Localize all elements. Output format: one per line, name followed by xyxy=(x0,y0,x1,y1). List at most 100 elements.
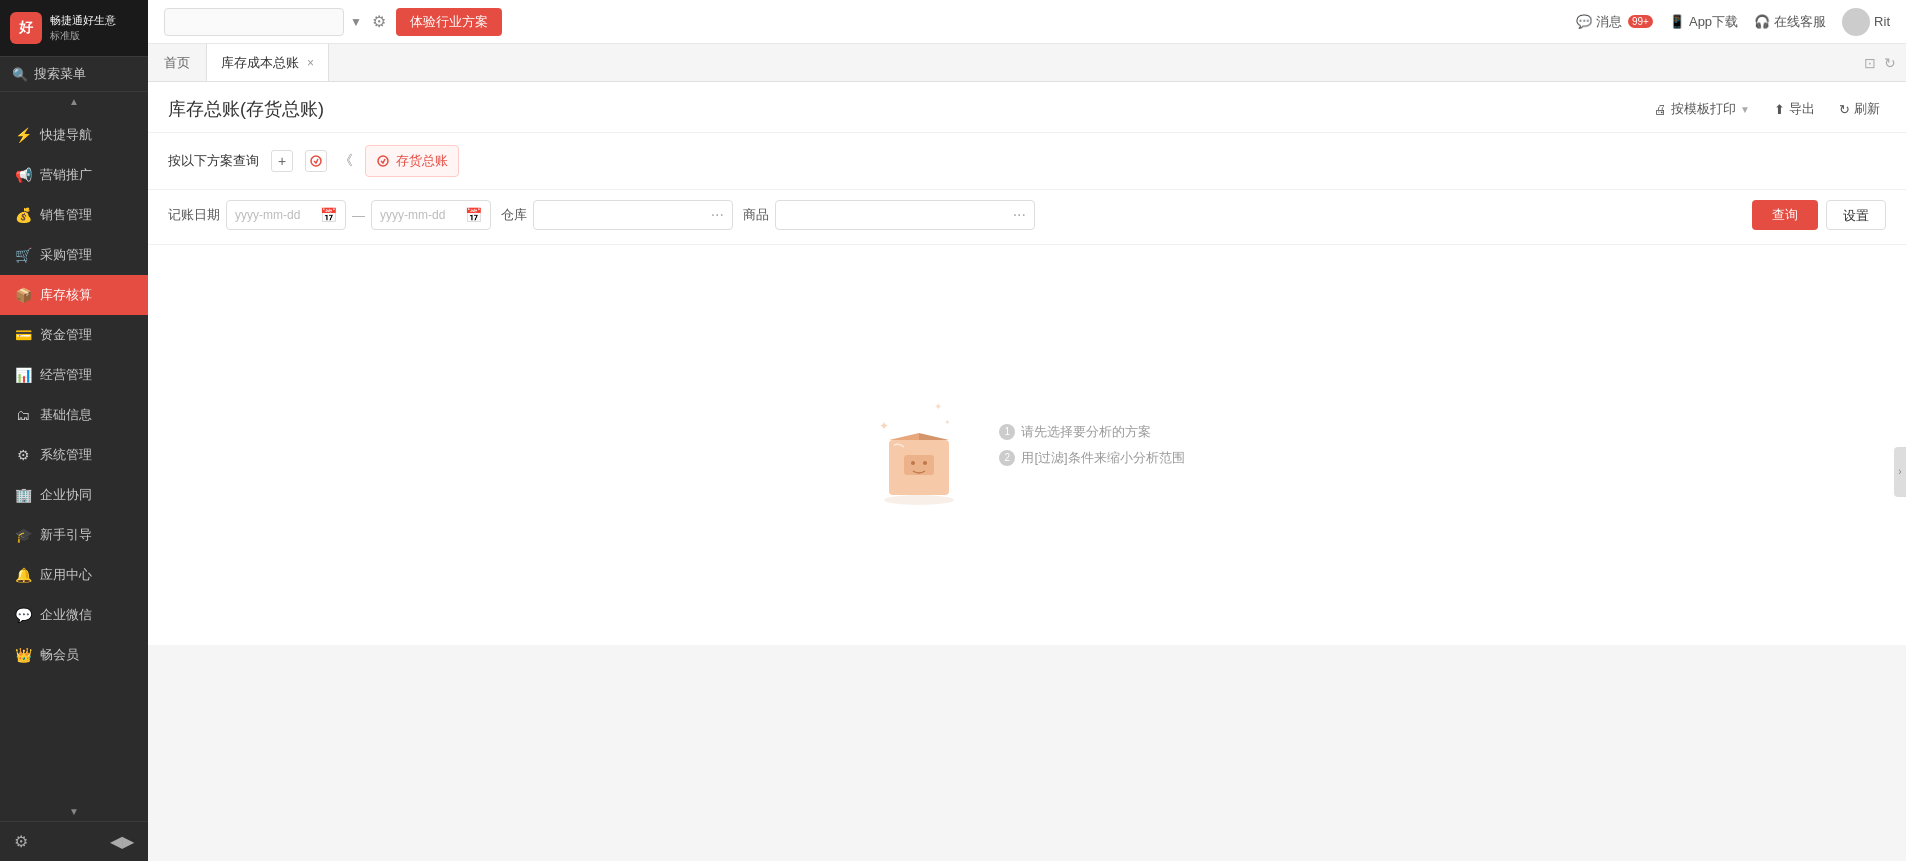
tab-inventory-ledger[interactable]: 库存成本总账 × xyxy=(207,44,329,81)
sidebar-footer: ⚙ ◀▶ xyxy=(0,821,148,861)
filter-bar: 按以下方案查询 + 《 存货总账 xyxy=(148,133,1906,190)
sidebar-item-inventory[interactable]: 📦 库存核算 xyxy=(0,275,148,315)
sidebar-nav: ⚡ 快捷导航 📢 营销推广 💰 销售管理 🛒 采购管理 📦 库存核算 💳 资金管… xyxy=(0,111,148,802)
right-panel-toggle[interactable]: › xyxy=(1894,447,1906,497)
filter-fields: 记账日期 yyyy-mm-dd 📅 — yyyy-mm-dd 📅 仓库 xyxy=(148,190,1906,245)
settings-footer-icon[interactable]: ⚙ xyxy=(14,832,28,851)
product-more-icon: ··· xyxy=(1013,206,1026,224)
date-field-label: 记账日期 xyxy=(168,206,220,224)
phone-icon: 📱 xyxy=(1669,14,1685,29)
inventory-icon: 📦 xyxy=(14,286,32,304)
sidebar-item-enterprise[interactable]: 🏢 企业协同 xyxy=(0,475,148,515)
svg-point-6 xyxy=(923,461,927,465)
svg-text:✦: ✦ xyxy=(879,419,889,433)
logo-icon: 好 xyxy=(10,12,42,44)
sidebar-item-newbie[interactable]: 🎓 新手引导 xyxy=(0,515,148,555)
industry-btn[interactable]: 体验行业方案 xyxy=(396,8,502,36)
export-btn[interactable]: ⬆ 导出 xyxy=(1768,96,1821,122)
empty-illustration: ✦ ✦ ✦ xyxy=(869,395,969,495)
step-2-num: 2 xyxy=(999,450,1015,466)
wechat-icon: 💬 xyxy=(14,606,32,624)
page-header: 库存总账(存货总账) 🖨 按模板打印 ▼ ⬆ 导出 ↻ 刷新 xyxy=(148,82,1906,133)
svg-text:✦: ✦ xyxy=(944,418,951,427)
filter-collapse-btn[interactable]: 《 xyxy=(339,152,353,170)
svg-rect-4 xyxy=(904,455,934,475)
header-right: 💬 消息 99+ 📱 App下载 🎧 在线客服 Rit xyxy=(1576,8,1890,36)
messages-btn[interactable]: 💬 消息 99+ xyxy=(1576,13,1653,31)
headset-icon: 🎧 xyxy=(1754,14,1770,29)
logo-text: 畅捷通好生意 xyxy=(50,13,116,28)
print-dropdown-icon[interactable]: ▼ xyxy=(1740,104,1750,115)
sidebar-item-system[interactable]: ⚙ 系统管理 xyxy=(0,435,148,475)
scheme-item-inventory[interactable]: 存货总账 xyxy=(365,145,459,177)
sidebar-search[interactable]: 🔍 搜索菜单 xyxy=(0,57,148,92)
empty-hint-2: 2 用[过滤]条件来缩小分析范围 xyxy=(999,445,1184,471)
settings-page-btn[interactable]: 设置 xyxy=(1826,200,1886,230)
online-support-btn[interactable]: 🎧 在线客服 xyxy=(1754,13,1826,31)
purchase-icon: 🛒 xyxy=(14,246,32,264)
tab-expand-icon[interactable]: ⊡ xyxy=(1864,55,1876,71)
step-1-num: 1 xyxy=(999,424,1015,440)
page-content: 库存总账(存货总账) 🖨 按模板打印 ▼ ⬆ 导出 ↻ 刷新 xyxy=(148,82,1906,861)
warehouse-field-label: 仓库 xyxy=(501,206,527,224)
user-name: Rit xyxy=(1874,14,1890,29)
quick-nav-icon: ⚡ xyxy=(14,126,32,144)
collapse-icon[interactable]: ◀▶ xyxy=(110,832,134,851)
message-icon: 💬 xyxy=(1576,14,1592,29)
sidebar-item-wechat[interactable]: 💬 企业微信 xyxy=(0,595,148,635)
search-icon: 🔍 xyxy=(12,67,28,82)
header-left: ▼ ⚙ 体验行业方案 xyxy=(164,8,502,36)
warehouse-field-group: 仓库 ··· xyxy=(501,200,733,230)
header-search-dropdown[interactable]: ▼ xyxy=(350,15,362,29)
enterprise-icon: 🏢 xyxy=(14,486,32,504)
refresh-btn[interactable]: ↻ 刷新 xyxy=(1833,96,1886,122)
sidebar-item-operations[interactable]: 📊 经营管理 xyxy=(0,355,148,395)
tab-home[interactable]: 首页 xyxy=(148,44,207,81)
main-content: ▼ ⚙ 体验行业方案 💬 消息 99+ 📱 App下载 🎧 在线客服 Rit xyxy=(148,0,1906,861)
date-range-group: 记账日期 yyyy-mm-dd 📅 — yyyy-mm-dd 📅 xyxy=(168,200,491,230)
tab-bar: 首页 库存成本总账 × ⊡ ↻ xyxy=(148,44,1906,82)
header-search-input[interactable] xyxy=(164,8,344,36)
tab-refresh-icon[interactable]: ↻ xyxy=(1884,55,1896,71)
scheme-icon xyxy=(309,154,323,168)
app-download-btn[interactable]: 📱 App下载 xyxy=(1669,13,1738,31)
header-gear-icon[interactable]: ⚙ xyxy=(372,12,386,31)
user-area[interactable]: Rit xyxy=(1842,8,1890,36)
sidebar-item-capital[interactable]: 💳 资金管理 xyxy=(0,315,148,355)
calendar-end-icon: 📅 xyxy=(465,207,482,223)
member-icon: 👑 xyxy=(14,646,32,664)
warehouse-select[interactable]: ··· xyxy=(533,200,733,230)
product-field-group: 商品 ··· xyxy=(743,200,1035,230)
date-end-input[interactable]: yyyy-mm-dd 📅 xyxy=(371,200,491,230)
sidebar-item-basic[interactable]: 🗂 基础信息 xyxy=(0,395,148,435)
svg-point-1 xyxy=(378,156,388,166)
sidebar-item-quick-nav[interactable]: ⚡ 快捷导航 xyxy=(0,115,148,155)
filter-scheme-btn[interactable] xyxy=(305,150,327,172)
sales-icon: 💰 xyxy=(14,206,32,224)
empty-text-list: 1 请先选择要分析的方案 2 用[过滤]条件来缩小分析范围 xyxy=(999,419,1184,471)
calendar-start-icon: 📅 xyxy=(320,207,337,223)
filter-add-btn[interactable]: + xyxy=(271,150,293,172)
page-panel: 库存总账(存货总账) 🖨 按模板打印 ▼ ⬆ 导出 ↻ 刷新 xyxy=(148,82,1906,645)
print-btn[interactable]: 🖨 按模板打印 ▼ xyxy=(1648,96,1756,122)
marketing-icon: 📢 xyxy=(14,166,32,184)
product-field-label: 商品 xyxy=(743,206,769,224)
sidebar-item-sales[interactable]: 💰 销售管理 xyxy=(0,195,148,235)
product-select[interactable]: ··· xyxy=(775,200,1035,230)
tab-close-btn[interactable]: × xyxy=(307,56,314,70)
header-search-area: ▼ xyxy=(164,8,362,36)
date-start-input[interactable]: yyyy-mm-dd 📅 xyxy=(226,200,346,230)
appstore-icon: 🔔 xyxy=(14,566,32,584)
sidebar-item-appstore[interactable]: 🔔 应用中心 xyxy=(0,555,148,595)
top-header: ▼ ⚙ 体验行业方案 💬 消息 99+ 📱 App下载 🎧 在线客服 Rit xyxy=(148,0,1906,44)
sidebar-scroll-down[interactable]: ▼ xyxy=(67,804,81,819)
sidebar-scroll-up[interactable]: ▲ xyxy=(67,94,81,109)
sidebar-item-marketing[interactable]: 📢 营销推广 xyxy=(0,155,148,195)
empty-state-content: ✦ ✦ ✦ 1 请先选择要分析的方案 2 用[过滤]条件来缩 xyxy=(869,395,1184,495)
sidebar-item-member[interactable]: 👑 畅会员 xyxy=(0,635,148,675)
sidebar-logo: 好 畅捷通好生意 标准版 xyxy=(0,0,148,57)
svg-point-5 xyxy=(911,461,915,465)
sidebar-item-purchase[interactable]: 🛒 采购管理 xyxy=(0,235,148,275)
query-btn[interactable]: 查询 xyxy=(1752,200,1818,230)
svg-point-2 xyxy=(884,495,954,505)
